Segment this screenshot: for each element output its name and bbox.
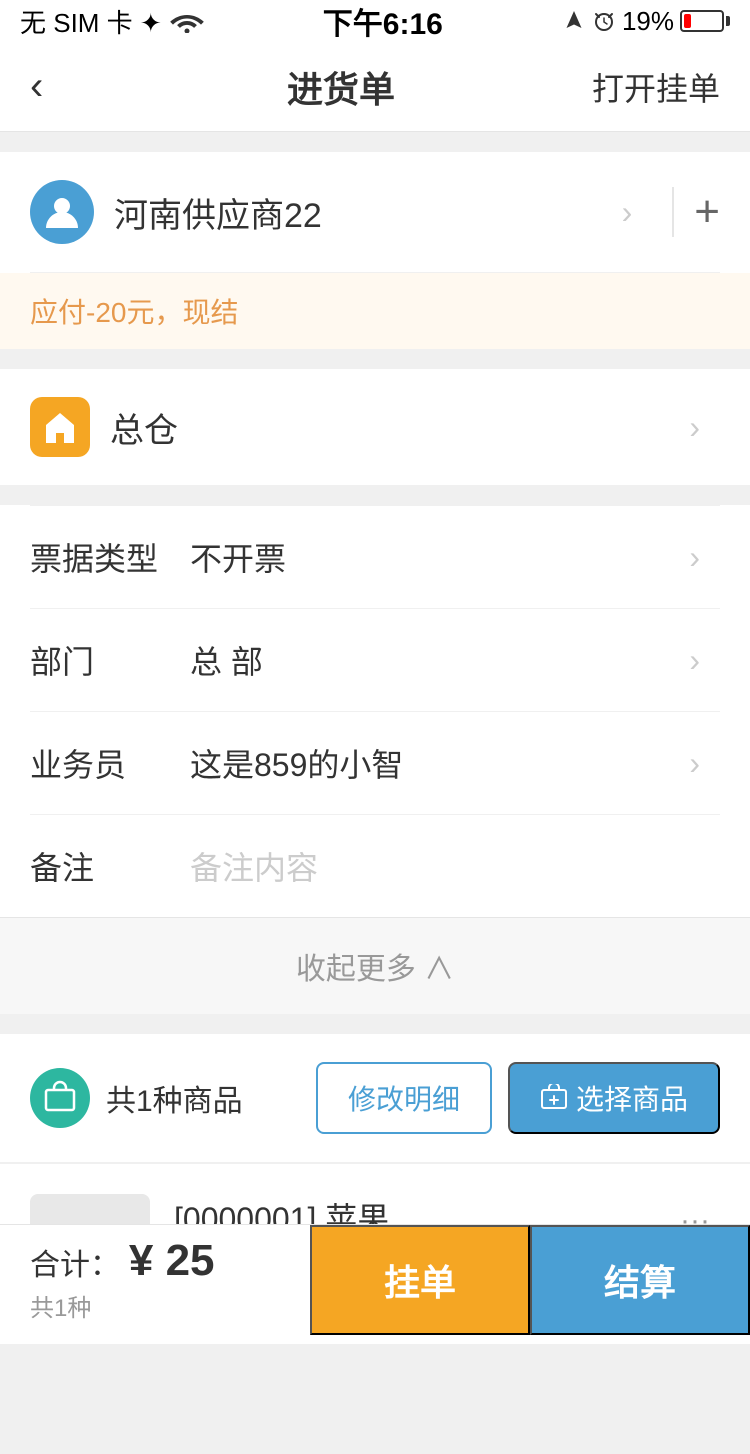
select-product-button[interactable]: 选择商品 (508, 1062, 720, 1134)
wifi-icon (170, 9, 204, 33)
remark-row[interactable]: 备注 备注内容 (30, 814, 720, 917)
warehouse-row[interactable]: 总仓 › (30, 369, 720, 485)
battery-icon (680, 10, 730, 32)
total-count: 共1种 (30, 1288, 280, 1323)
supplier-row[interactable]: 河南供应商22 › + (30, 152, 720, 273)
payment-info-text: 应付-20元，现结 (30, 297, 238, 328)
status-left: 无 SIM 卡 ✦ (20, 3, 204, 40)
dept-chevron-icon: › (689, 642, 700, 679)
products-header: 共1种商品 修改明细 选择商品 (0, 1034, 750, 1163)
sim-text: 无 SIM 卡 ✦ (20, 3, 162, 40)
warehouse-icon (30, 397, 90, 457)
invoice-label: 票据类型 (30, 534, 170, 580)
sales-row[interactable]: 业务员 这是859的小智 › (30, 711, 720, 814)
payment-banner: 应付-20元，现结 (0, 273, 750, 349)
total-row: 合计： ¥ 25 (30, 1236, 280, 1286)
back-button[interactable]: ‹ (30, 64, 90, 109)
section-divider-2 (0, 349, 750, 369)
page-title: 进货单 (287, 61, 395, 113)
sales-label: 业务员 (30, 740, 170, 786)
person-icon (42, 192, 82, 232)
battery-percent: 19% (622, 6, 674, 37)
house-icon (42, 409, 78, 445)
supplier-chevron-icon: › (622, 194, 633, 231)
status-right: 19% (562, 6, 730, 37)
supplier-divider (672, 187, 674, 237)
location-icon (562, 9, 586, 33)
sales-chevron-icon: › (689, 745, 700, 782)
dept-row[interactable]: 部门 总 部 › (30, 608, 720, 711)
select-product-label: 选择商品 (576, 1078, 688, 1118)
select-product-icon (540, 1084, 568, 1112)
warehouse-section: 总仓 › (0, 369, 750, 485)
invoice-row[interactable]: 票据类型 不开票 › (30, 505, 720, 608)
collapse-row[interactable]: 收起更多 ∧ (0, 917, 750, 1014)
checkout-button[interactable]: 结算 (530, 1225, 750, 1335)
sales-value: 这是859的小智 (170, 740, 689, 786)
form-section: 票据类型 不开票 › 部门 总 部 › 业务员 这是859的小智 › 备注 备注… (0, 505, 750, 917)
supplier-name: 河南供应商22 (114, 188, 622, 237)
invoice-chevron-icon: › (689, 539, 700, 576)
open-pending-button[interactable]: 打开挂单 (592, 64, 720, 110)
invoice-value: 不开票 (170, 534, 689, 580)
section-divider-4 (0, 1014, 750, 1034)
products-count: 共1种商品 (106, 1076, 316, 1120)
edit-detail-button[interactable]: 修改明细 (316, 1062, 492, 1134)
total-section: 合计： ¥ 25 共1种 (0, 1236, 310, 1323)
add-supplier-button[interactable]: + (694, 187, 720, 237)
remark-label: 备注 (30, 843, 170, 889)
dept-label: 部门 (30, 637, 170, 683)
total-amount: ¥ 25 (129, 1236, 215, 1285)
section-divider-1 (0, 132, 750, 152)
warehouse-chevron-icon: › (689, 409, 700, 446)
bottom-bar: 合计： ¥ 25 共1种 挂单 结算 (0, 1224, 750, 1334)
status-time: 下午6:16 (323, 0, 443, 43)
hang-button[interactable]: 挂单 (310, 1225, 530, 1335)
total-label: 合计： (30, 1249, 120, 1282)
supplier-section: 河南供应商22 › + (0, 152, 750, 273)
dept-value: 总 部 (170, 637, 689, 683)
supplier-avatar (30, 180, 94, 244)
remark-input[interactable]: 备注内容 (170, 843, 720, 889)
products-icon (30, 1068, 90, 1128)
nav-bar: ‹ 进货单 打开挂单 (0, 42, 750, 132)
warehouse-name: 总仓 (110, 403, 689, 452)
alarm-icon (592, 9, 616, 33)
collapse-text: 收起更多 ∧ (296, 953, 454, 986)
status-bar: 无 SIM 卡 ✦ 下午6:16 19% (0, 0, 750, 42)
cart-icon (42, 1080, 78, 1116)
section-divider-3 (0, 485, 750, 505)
